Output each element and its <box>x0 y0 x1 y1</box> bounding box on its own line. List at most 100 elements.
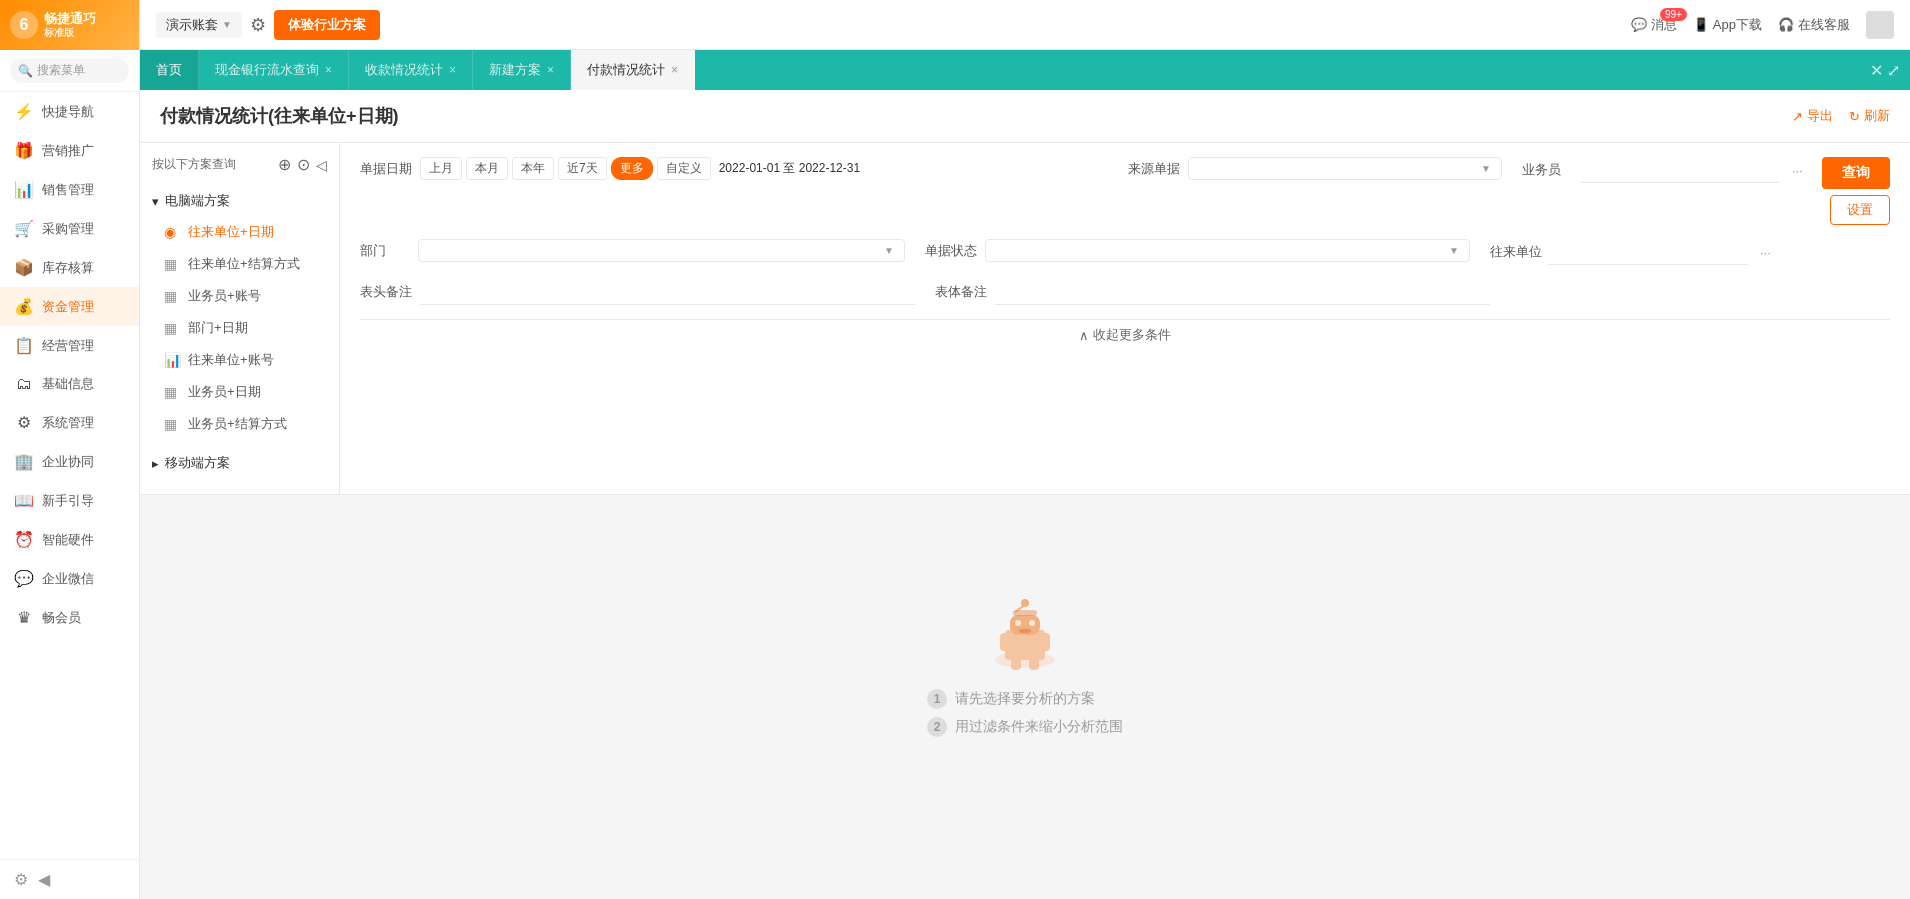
refresh-button[interactable]: ↻ 刷新 <box>1849 107 1890 125</box>
scheme-settings-icon[interactable]: ⊙ <box>297 155 310 174</box>
last-month-btn[interactable]: 上月 <box>420 157 462 180</box>
this-year-btn[interactable]: 本年 <box>512 157 554 180</box>
sidebar-item-basic-info[interactable]: 🗂 基础信息 <box>0 365 139 403</box>
staff-more-icon[interactable]: ··· <box>1788 163 1807 178</box>
scheme-item-label: 业务员+日期 <box>188 383 261 401</box>
sidebar-item-system[interactable]: ⚙ 系统管理 <box>0 403 139 442</box>
sidebar-header: 6 畅捷通巧 标准版 <box>0 0 139 50</box>
tab-expand-icon[interactable]: ⤢ <box>1887 61 1900 80</box>
dept-select[interactable]: ▼ <box>418 239 905 262</box>
sidebar-item-capital[interactable]: 💰 资金管理 <box>0 287 139 326</box>
partner-more-icon[interactable]: ··· <box>1756 245 1775 260</box>
last-7-days-btn[interactable]: 近7天 <box>558 157 607 180</box>
scheme-item-partner-settle[interactable]: ▦ 往来单位+结算方式 <box>140 248 339 280</box>
tab-close-all-icon[interactable]: ✕ <box>1870 61 1883 80</box>
scheme-add-icon[interactable]: ⊕ <box>278 155 291 174</box>
partner-filter-input[interactable] <box>1548 239 1748 265</box>
filter-form: 单据日期 上月 本月 本年 近7天 更多 自定义 <box>340 143 1910 494</box>
desktop-section-title[interactable]: ▾ 电脑端方案 <box>140 186 339 216</box>
header-note-input[interactable] <box>420 279 915 305</box>
sidebar-item-guide[interactable]: 📖 新手引导 <box>0 481 139 520</box>
trial-button[interactable]: 体验行业方案 <box>274 10 380 40</box>
staff-filter-input[interactable] <box>1580 157 1780 183</box>
staff-filter-group: 业务员 ··· <box>1522 157 1802 183</box>
mobile-section-title[interactable]: ▸ 移动端方案 <box>140 448 339 478</box>
sidebar-item-weixin[interactable]: 💬 企业微信 <box>0 559 139 598</box>
sidebar-item-label: 基础信息 <box>42 375 94 393</box>
scheme-header-label: 按以下方案查询 <box>152 156 236 173</box>
custom-btn[interactable]: 自定义 <box>657 157 711 180</box>
scheme-sidebar: 按以下方案查询 ⊕ ⊙ ◁ ▾ 电脑端方案 ◉ 往来单位+日期 <box>140 143 340 494</box>
this-month-btn[interactable]: 本月 <box>466 157 508 180</box>
refresh-label: 刷新 <box>1864 107 1890 125</box>
hint-text-2: 用过滤条件来缩小分析范围 <box>955 718 1123 736</box>
scheme-header-icons: ⊕ ⊙ ◁ <box>278 155 327 174</box>
query-button[interactable]: 查询 <box>1822 157 1890 189</box>
sidebar-item-member[interactable]: ♛ 畅会员 <box>0 598 139 637</box>
scheme-item-partner-account[interactable]: 📊 往来单位+账号 <box>140 344 339 376</box>
tab-pay-stats-close[interactable]: × <box>671 63 678 77</box>
top-bar: 演示账套 ▼ ⚙ 体验行业方案 💬 消息 99+ 📱 App下载 🎧 在线客服 <box>140 0 1910 50</box>
page-content: 付款情况统计(往来单位+日期) ↗ 导出 ↻ 刷新 按以下方案查询 ⊕ <box>140 90 1910 899</box>
tab-new-scheme-label: 新建方案 <box>489 61 541 79</box>
source-select[interactable]: ▼ <box>1188 157 1502 180</box>
search-input-trigger[interactable]: 🔍 搜索菜单 <box>10 58 129 83</box>
body-note-input[interactable] <box>995 279 1490 305</box>
user-avatar[interactable] <box>1866 11 1894 39</box>
tab-payment-stats[interactable]: 收款情况统计 × <box>349 50 473 90</box>
collapse-more-btn[interactable]: ∧ 收起更多条件 <box>360 319 1890 350</box>
date-range-value: 2022-01-01 至 2022-12-31 <box>719 160 860 177</box>
tab-home[interactable]: 首页 <box>140 50 199 90</box>
collapse-sidebar-icon[interactable]: ◀ <box>38 870 50 889</box>
sidebar-item-inventory[interactable]: 📦 库存核算 <box>0 248 139 287</box>
settings-button[interactable]: 设置 <box>1830 195 1890 225</box>
doc-status-select[interactable]: ▼ <box>985 239 1470 262</box>
topbar-settings-icon[interactable]: ⚙ <box>250 14 266 36</box>
app-download-button[interactable]: 📱 App下载 <box>1693 16 1762 34</box>
header-note-group: 表头备注 <box>360 279 915 305</box>
more-btn[interactable]: 更多 <box>611 157 653 180</box>
sidebar-item-purchase[interactable]: 🛒 采购管理 <box>0 209 139 248</box>
scheme-item-staff-account[interactable]: ▦ 业务员+账号 <box>140 280 339 312</box>
tab-bank-flow[interactable]: 现金银行流水查询 × <box>199 50 349 90</box>
scheme-item-dept-date[interactable]: ▦ 部门+日期 <box>140 312 339 344</box>
sidebar-item-operation[interactable]: 📋 经营管理 <box>0 326 139 365</box>
partner-filter-group: 往来单位 ··· <box>1490 239 1770 265</box>
online-service-button[interactable]: 🎧 在线客服 <box>1778 16 1850 34</box>
dept-dropdown-arrow: ▼ <box>884 245 894 256</box>
sidebar-item-sales[interactable]: 📊 销售管理 <box>0 170 139 209</box>
scheme-item-label: 往来单位+账号 <box>188 351 274 369</box>
date-filter-label: 单据日期 <box>360 160 412 178</box>
svg-rect-9 <box>1029 658 1039 670</box>
staff-date-icon: ▦ <box>164 384 180 400</box>
scheme-item-label: 业务员+账号 <box>188 287 261 305</box>
purchase-icon: 🛒 <box>14 219 34 238</box>
sidebar-item-marketing[interactable]: 🎁 营销推广 <box>0 131 139 170</box>
custom-btn-label: 自定义 <box>666 161 702 175</box>
scheme-collapse-icon[interactable]: ◁ <box>316 157 327 173</box>
source-filter-group: 来源单据 ▼ <box>1128 157 1502 180</box>
tab-new-scheme[interactable]: 新建方案 × <box>473 50 571 90</box>
messages-badge: 99+ <box>1660 8 1687 21</box>
tab-bar: 首页 现金银行流水查询 × 收款情况统计 × 新建方案 × 付款情况统计 × ✕… <box>140 50 1910 90</box>
scheme-item-staff-date[interactable]: ▦ 业务员+日期 <box>140 376 339 408</box>
settings-footer-icon[interactable]: ⚙ <box>14 870 28 889</box>
sidebar-search-area[interactable]: 🔍 搜索菜单 <box>0 50 139 92</box>
sidebar-footer: ⚙ ◀ <box>0 859 139 899</box>
collapse-label: 收起更多条件 <box>1093 326 1171 344</box>
sidebar-item-quick-nav[interactable]: ⚡ 快捷导航 <box>0 92 139 131</box>
scheme-item-staff-settle[interactable]: ▦ 业务员+结算方式 <box>140 408 339 440</box>
company-selector[interactable]: 演示账套 ▼ <box>156 12 242 38</box>
tab-pay-stats[interactable]: 付款情况统计 × <box>571 50 695 90</box>
svg-rect-5 <box>1019 629 1031 633</box>
tab-payment-stats-close[interactable]: × <box>449 63 456 77</box>
operation-icon: 📋 <box>14 336 34 355</box>
export-button[interactable]: ↗ 导出 <box>1792 107 1833 125</box>
messages-button[interactable]: 💬 消息 99+ <box>1631 16 1677 34</box>
tab-new-scheme-close[interactable]: × <box>547 63 554 77</box>
sidebar-item-enterprise[interactable]: 🏢 企业协同 <box>0 442 139 481</box>
tab-bank-flow-close[interactable]: × <box>325 63 332 77</box>
sidebar-item-hardware[interactable]: ⏰ 智能硬件 <box>0 520 139 559</box>
scheme-item-partner-date[interactable]: ◉ 往来单位+日期 <box>140 216 339 248</box>
filter-row-3: 表头备注 表体备注 <box>360 279 1890 305</box>
